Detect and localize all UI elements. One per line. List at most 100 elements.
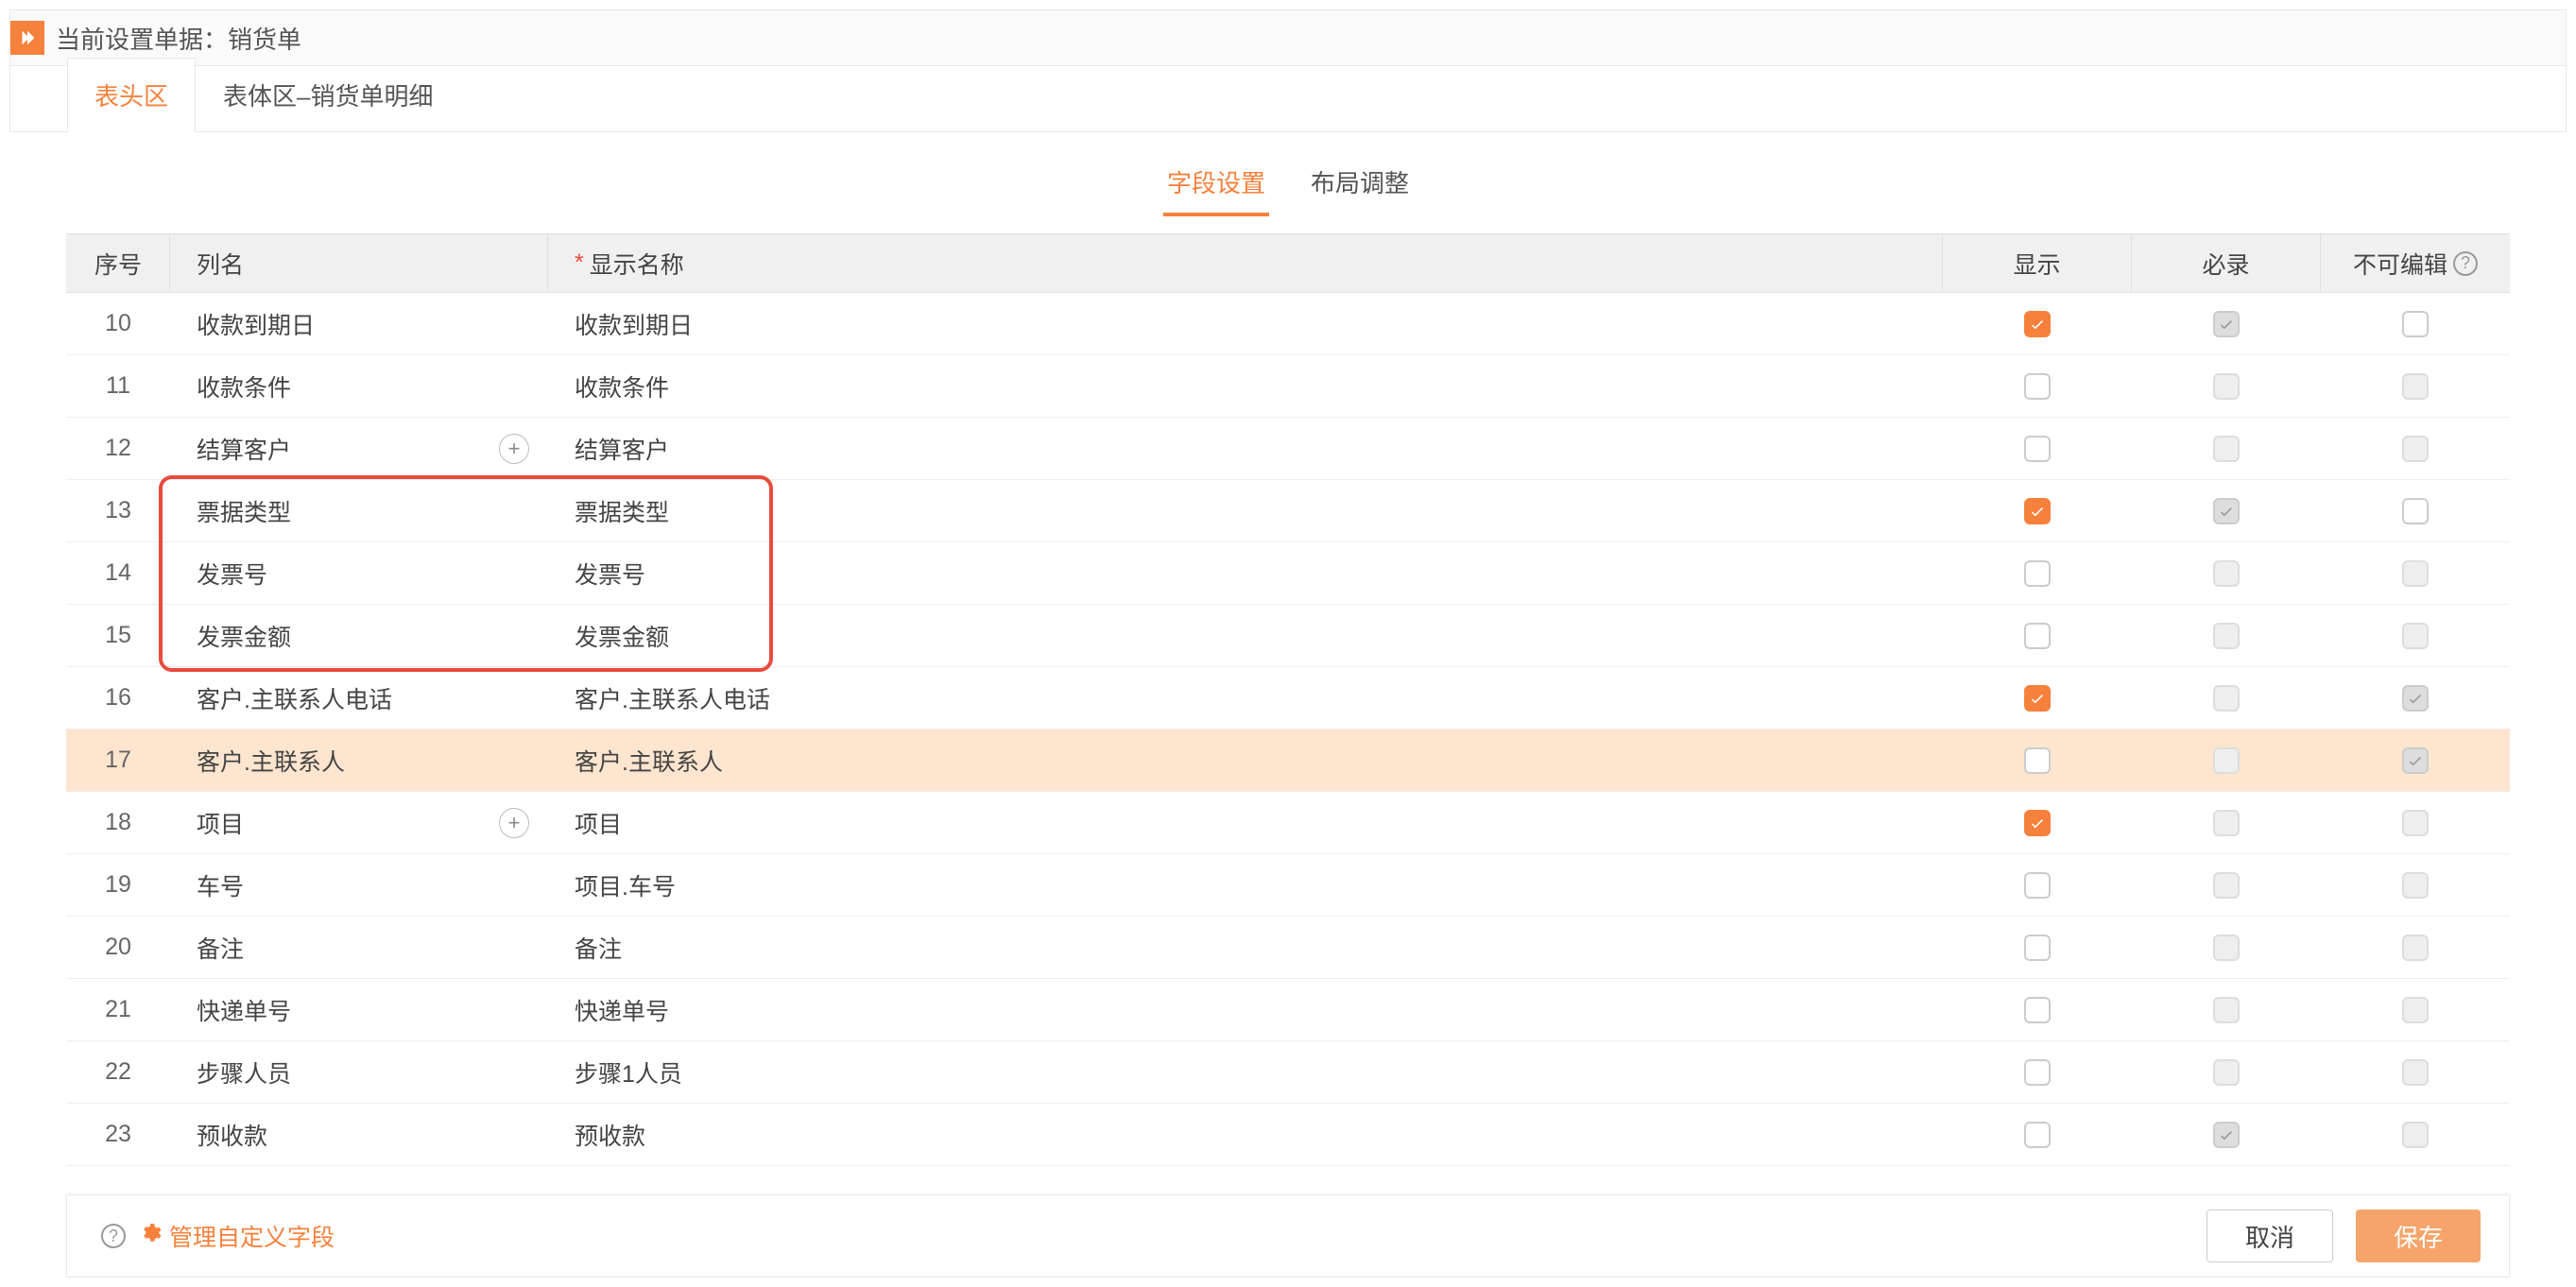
row-display-name[interactable]: 备注 xyxy=(548,931,1943,965)
table-row[interactable]: 21快递单号快递单号 xyxy=(66,979,2510,1041)
add-subfield-button[interactable]: + xyxy=(499,808,529,838)
row-display-name[interactable]: 项目 xyxy=(548,806,1943,840)
table-body: 10收款到期日收款到期日11收款条件收款条件12结算客户+结算客户13票据类型票… xyxy=(66,293,2510,1166)
table-row[interactable]: 16客户.主联系人电话客户.主联系人电话 xyxy=(66,667,2510,729)
row-name: 快递单号 xyxy=(170,993,548,1027)
row-name: 收款条件 xyxy=(170,369,548,403)
row-display-name[interactable]: 项目.车号 xyxy=(548,868,1943,902)
cell-required xyxy=(2132,311,2321,337)
checkbox-show[interactable] xyxy=(2024,747,2051,774)
checkbox-show[interactable] xyxy=(2024,872,2051,899)
chevron-right-double-icon xyxy=(17,27,38,48)
title-value: 销货单 xyxy=(228,26,301,54)
table-row[interactable]: 19车号项目.车号 xyxy=(66,854,2510,917)
table-row[interactable]: 10收款到期日收款到期日 xyxy=(66,293,2510,355)
subtab-0[interactable]: 字段设置 xyxy=(1163,159,1269,216)
cell-required xyxy=(2132,436,2321,462)
checkbox-show[interactable] xyxy=(2024,623,2051,649)
help-icon[interactable]: ? xyxy=(2453,251,2478,276)
table-row[interactable]: 15发票金额发票金额 xyxy=(66,605,2510,667)
row-name: 项目+ xyxy=(170,806,548,840)
row-name: 客户.主联系人电话 xyxy=(170,681,548,715)
col-name-header: 列名 xyxy=(170,234,548,292)
checkbox-show[interactable] xyxy=(2024,373,2051,400)
checkbox-show[interactable] xyxy=(2024,311,2051,337)
row-seq: 18 xyxy=(66,809,170,836)
row-display-name[interactable]: 发票金额 xyxy=(548,619,1943,653)
cell-show xyxy=(1943,1122,2132,1148)
cell-required xyxy=(2132,623,2321,649)
manage-custom-fields-link[interactable]: 管理自定义字段 xyxy=(139,1219,335,1253)
table-row[interactable]: 20备注备注 xyxy=(66,917,2510,979)
row-display-name[interactable]: 收款条件 xyxy=(548,369,1943,403)
cell-required xyxy=(2132,685,2321,712)
row-seq: 20 xyxy=(66,934,170,961)
row-display-name[interactable]: 票据类型 xyxy=(548,494,1943,528)
checkbox-show[interactable] xyxy=(2024,997,2051,1023)
expand-sidebar-button[interactable] xyxy=(10,21,44,55)
row-display-name[interactable]: 结算客户 xyxy=(548,432,1943,466)
checkbox-required xyxy=(2213,872,2240,899)
table-row[interactable]: 11收款条件收款条件 xyxy=(66,355,2510,418)
checkbox-show[interactable] xyxy=(2024,1059,2051,1086)
checkbox-show[interactable] xyxy=(2024,560,2051,587)
table-row[interactable]: 18项目+项目 xyxy=(66,792,2510,854)
checkbox-required xyxy=(2213,436,2240,462)
tab-0[interactable]: 表头区 xyxy=(67,58,196,132)
cell-required xyxy=(2132,373,2321,400)
cell-required xyxy=(2132,935,2321,961)
table-row[interactable]: 12结算客户+结算客户 xyxy=(66,418,2510,480)
row-seq: 22 xyxy=(66,1058,170,1086)
cell-readonly xyxy=(2321,560,2510,587)
checkbox-readonly[interactable] xyxy=(2402,498,2429,524)
checkbox-show[interactable] xyxy=(2024,810,2051,836)
row-seq: 17 xyxy=(66,746,170,774)
row-display-name[interactable]: 收款到期日 xyxy=(548,307,1943,341)
table-row[interactable]: 14发票号发票号 xyxy=(66,542,2510,605)
cell-readonly xyxy=(2321,1122,2510,1148)
row-display-name[interactable]: 步骤1人员 xyxy=(548,1055,1943,1090)
row-display-name[interactable]: 客户.主联系人 xyxy=(548,744,1943,778)
cancel-button[interactable]: 取消 xyxy=(2207,1210,2333,1262)
row-name: 发票金额 xyxy=(170,619,548,653)
save-button[interactable]: 保存 xyxy=(2356,1210,2481,1262)
row-display-name[interactable]: 预收款 xyxy=(548,1118,1943,1152)
checkbox-readonly xyxy=(2402,560,2429,587)
manage-custom-fields-label: 管理自定义字段 xyxy=(169,1219,335,1253)
row-name: 步骤人员 xyxy=(170,1055,548,1090)
page-title: 当前设置单据：销货单 xyxy=(56,21,301,56)
row-seq: 23 xyxy=(66,1121,170,1148)
checkbox-readonly xyxy=(2402,623,2429,649)
tab-1[interactable]: 表体区–销货单明细 xyxy=(196,58,460,131)
cell-required xyxy=(2132,810,2321,836)
row-display-name[interactable]: 客户.主联系人电话 xyxy=(548,681,1943,715)
checkbox-show[interactable] xyxy=(2024,685,2051,712)
table-row[interactable]: 13票据类型票据类型 xyxy=(66,480,2510,542)
add-subfield-button[interactable]: + xyxy=(499,434,529,464)
row-display-name[interactable]: 快递单号 xyxy=(548,993,1943,1027)
checkbox-readonly xyxy=(2402,373,2429,400)
table-row[interactable]: 17客户.主联系人客户.主联系人 xyxy=(66,729,2510,792)
checkbox-required xyxy=(2213,560,2240,587)
checkbox-show[interactable] xyxy=(2024,1122,2051,1148)
checkbox-show[interactable] xyxy=(2024,935,2051,961)
cell-readonly xyxy=(2321,498,2510,524)
checkbox-readonly[interactable] xyxy=(2402,311,2429,337)
cell-readonly xyxy=(2321,872,2510,899)
row-display-name[interactable]: 发票号 xyxy=(548,557,1943,591)
cell-show xyxy=(1943,1059,2132,1086)
cell-show xyxy=(1943,810,2132,836)
table-row[interactable]: 22步骤人员步骤1人员 xyxy=(66,1041,2510,1104)
checkbox-show[interactable] xyxy=(2024,498,2051,524)
cell-required xyxy=(2132,498,2321,524)
checkbox-required xyxy=(2213,1122,2240,1148)
row-seq: 11 xyxy=(66,372,170,400)
subtab-1[interactable]: 布局调整 xyxy=(1307,159,1413,216)
cell-show xyxy=(1943,935,2132,961)
checkbox-readonly xyxy=(2402,997,2429,1023)
table-row[interactable]: 23预收款预收款 xyxy=(66,1104,2510,1166)
help-icon[interactable]: ? xyxy=(101,1224,126,1248)
checkbox-show[interactable] xyxy=(2024,436,2051,462)
row-seq: 14 xyxy=(66,559,170,587)
checkbox-readonly xyxy=(2402,810,2429,836)
